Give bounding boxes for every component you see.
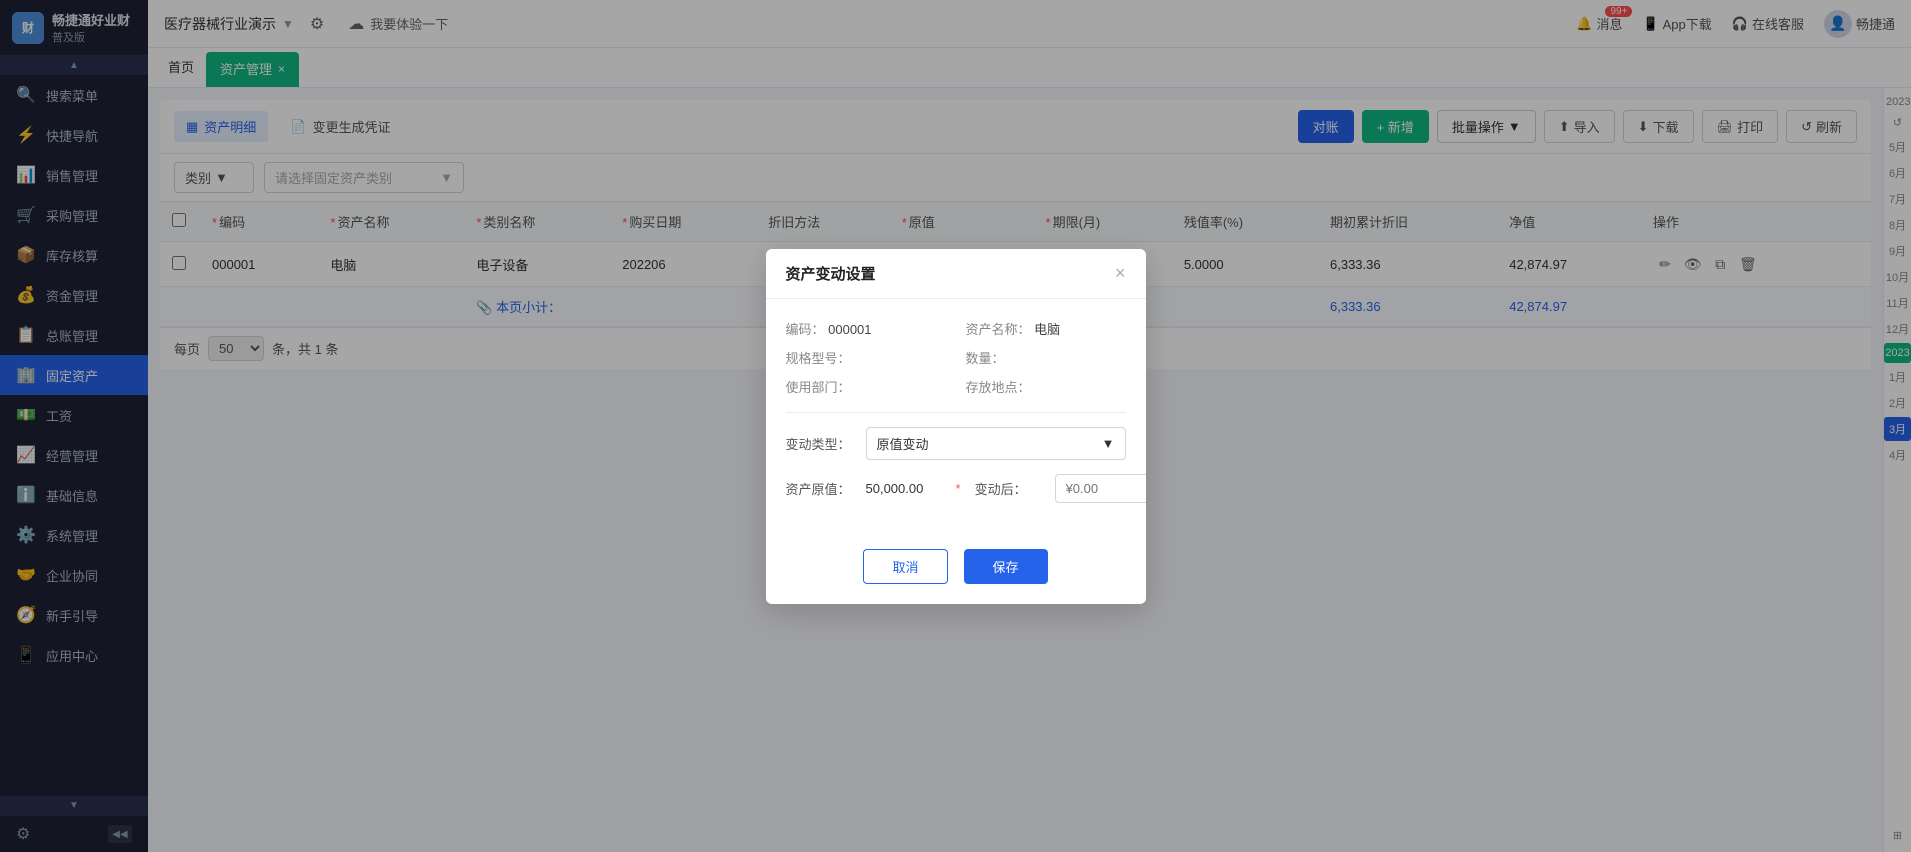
modal-quantity-label: 数量： [966, 351, 1005, 366]
modal-after-change-input[interactable] [1055, 474, 1146, 503]
modal-value-row: 资产原值： 50,000.00 * 变动后： [786, 474, 1126, 503]
modal-change-type-value: 原值变动 [877, 434, 929, 453]
modal-code-label: 编码： [786, 322, 825, 337]
modal-info-grid: 编码： 000001 资产名称： 电脑 规格型号： 数量： 使用部门： [786, 319, 1126, 396]
asset-change-modal: 资产变动设置 × 编码： 000001 资产名称： 电脑 规格型号： 数 [766, 249, 1146, 604]
modal-change-type-row: 变动类型： 原值变动 ▼ [786, 427, 1126, 460]
modal-footer: 取消 保存 [766, 537, 1146, 604]
modal-location-field: 存放地点： [966, 377, 1126, 396]
modal-divider [786, 412, 1126, 413]
modal-close-button[interactable]: × [1115, 264, 1126, 282]
modal-dept-label: 使用部门： [786, 380, 851, 395]
modal-quantity-field: 数量： [966, 348, 1126, 367]
modal-spec-field: 规格型号： [786, 348, 946, 367]
modal-name-value: 电脑 [1034, 322, 1060, 337]
modal-name-field: 资产名称： 电脑 [966, 319, 1126, 338]
modal-overlay[interactable]: 资产变动设置 × 编码： 000001 资产名称： 电脑 规格型号： 数 [0, 0, 1911, 852]
modal-name-label: 资产名称： [966, 322, 1031, 337]
modal-body: 编码： 000001 资产名称： 电脑 规格型号： 数量： 使用部门： [766, 299, 1146, 537]
modal-required-marker: * [956, 481, 961, 496]
modal-cancel-button[interactable]: 取消 [863, 549, 947, 584]
modal-save-button[interactable]: 保存 [964, 549, 1048, 584]
modal-original-value: 50,000.00 [866, 481, 946, 496]
modal-spec-label: 规格型号： [786, 351, 851, 366]
modal-change-type-label: 变动类型： [786, 434, 856, 453]
modal-header: 资产变动设置 × [766, 249, 1146, 299]
modal-dept-field: 使用部门： [786, 377, 946, 396]
change-type-chevron-icon: ▼ [1102, 436, 1115, 451]
modal-original-value-label: 资产原值： [786, 479, 856, 498]
modal-code-field: 编码： 000001 [786, 319, 946, 338]
modal-code-value: 000001 [828, 322, 871, 337]
modal-after-change-label: 变动后： [975, 479, 1045, 498]
modal-title: 资产变动设置 [786, 263, 876, 284]
modal-change-type-select[interactable]: 原值变动 ▼ [866, 427, 1126, 460]
modal-location-label: 存放地点： [966, 380, 1031, 395]
